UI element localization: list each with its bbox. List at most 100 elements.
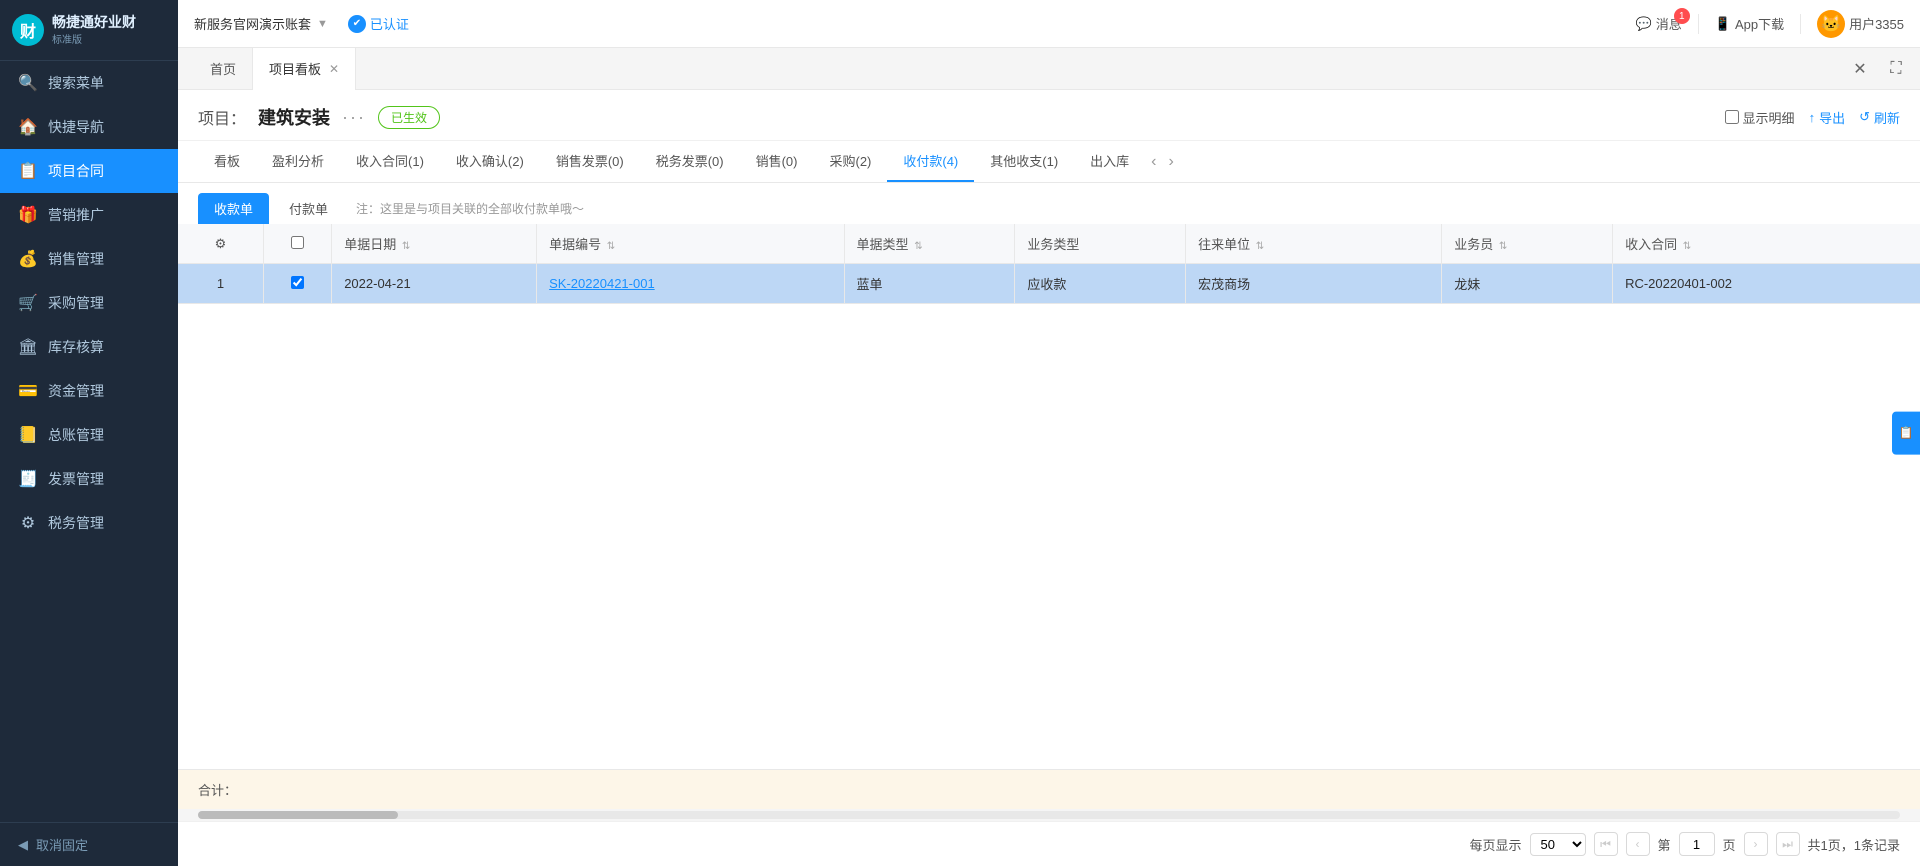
date-header-label: 单据日期 (344, 237, 396, 252)
sub-tab-profit[interactable]: 盈利分析 (256, 141, 340, 182)
table-check-header[interactable] (263, 224, 331, 264)
table-header-staff[interactable]: 业务员 ⇅ (1442, 224, 1613, 264)
row-check[interactable] (263, 264, 331, 304)
row-biz: 应收款 (1015, 264, 1186, 304)
sidebar-item-inventory[interactable]: 🏛 库存核算 (0, 325, 178, 369)
sidebar-item-contract[interactable]: 📋 项目合同 (0, 149, 178, 193)
account-selector[interactable]: 新服务官网演示账套 ▼ (194, 14, 328, 33)
sub-tab-payment[interactable]: 收付款(4) (887, 141, 974, 182)
app-download-label: App下载 (1735, 14, 1784, 33)
last-page-button[interactable]: ⏭ (1776, 832, 1800, 856)
warehouse-icon: 🏛 (18, 337, 38, 357)
ledger-icon: 📒 (18, 425, 38, 445)
sub-tab-sales-invoice[interactable]: 销售发票(0) (540, 141, 640, 182)
sidebar-item-marketing[interactable]: 🎁 营销推广 (0, 193, 178, 237)
sub-tab-tax-invoice[interactable]: 税务发票(0) (640, 141, 740, 182)
current-page-input[interactable] (1679, 832, 1715, 856)
export-icon: ↑ (1809, 110, 1816, 125)
finance-icon: 💳 (18, 381, 38, 401)
sub-tab-purchase[interactable]: 采购(2) (813, 141, 887, 182)
row-contract: RC-20220401-002 (1613, 264, 1920, 304)
close-window-button[interactable]: ✕ (1848, 57, 1872, 81)
sidebar-item-finance[interactable]: 💳 资金管理 (0, 369, 178, 413)
contract-header-label: 收入合同 (1625, 237, 1677, 252)
total-pages-info: 共1页，1条记录 (1808, 835, 1900, 854)
sidebar-item-tax[interactable]: ⚙ 税务管理 (0, 501, 178, 545)
topbar-right: 💬 消息 1 📱 App下载 🐱 用户3355 (1636, 10, 1904, 38)
sort-company-icon: ⇅ (1256, 241, 1264, 252)
table-settings-header[interactable]: ⚙ (178, 224, 263, 264)
project-header: 项目： 建筑安装 ··· 已生效 显示明细 ↑ 导出 ↺ 刷新 (178, 90, 1920, 141)
sidebar-item-sales[interactable]: 💰 销售管理 (0, 237, 178, 281)
export-button[interactable]: ↑ 导出 (1809, 108, 1846, 127)
show-detail-checkbox[interactable]: 显示明细 (1725, 108, 1795, 127)
page-unit: 页 (1723, 835, 1736, 854)
maximize-window-button[interactable]: ⛶ (1884, 57, 1908, 81)
topbar: 新服务官网演示账套 ▼ ✔ 已认证 💬 消息 1 📱 App下载 🐱 用户335… (178, 0, 1920, 48)
phone-icon: 📱 (1715, 16, 1731, 32)
prev-page-button[interactable]: ‹ (1626, 832, 1650, 856)
float-action-button[interactable]: 📋 (1892, 412, 1920, 455)
select-all-checkbox[interactable] (291, 236, 304, 249)
sidebar-item-purchase[interactable]: 🛒 采购管理 (0, 281, 178, 325)
row-code-link[interactable]: SK-20220421-001 (549, 276, 655, 291)
account-name: 新服务官网演示账套 (194, 14, 311, 33)
sub-tab-kanban[interactable]: 看板 (198, 141, 256, 182)
sort-staff-icon: ⇅ (1499, 241, 1507, 252)
sub-tab-inout[interactable]: 出入库 (1074, 141, 1145, 182)
tab-home[interactable]: 首页 (194, 48, 253, 90)
tab-close-icon[interactable]: ✕ (329, 62, 339, 76)
unpin-button[interactable]: ◀ 取消固定 (0, 822, 178, 866)
row-type: 蓝单 (844, 264, 1015, 304)
sub-tab-next-arrow[interactable]: › (1163, 145, 1180, 179)
tab-kanban[interactable]: 项目看板 ✕ (253, 48, 356, 90)
user-button[interactable]: 🐱 用户3355 (1817, 10, 1904, 38)
sidebar-item-shortcut[interactable]: 🏠 快捷导航 (0, 105, 178, 149)
message-button[interactable]: 💬 消息 1 (1636, 14, 1682, 33)
sub-tab-sales[interactable]: 销售(0) (740, 141, 814, 182)
sidebar-item-invoice[interactable]: 🧾 发票管理 (0, 457, 178, 501)
table-header-type[interactable]: 单据类型 ⇅ (844, 224, 1015, 264)
user-label: 用户3355 (1849, 14, 1904, 33)
total-label: 合计： (198, 783, 237, 798)
sidebar-item-search[interactable]: 🔍 搜索菜单 (0, 61, 178, 105)
inner-tab-receipt-label: 收款单 (214, 202, 253, 217)
sidebar-item-ledger[interactable]: 📒 总账管理 (0, 413, 178, 457)
project-more-button[interactable]: ··· (342, 107, 366, 128)
table-header-code[interactable]: 单据编号 ⇅ (537, 224, 844, 264)
sub-tab-prev-arrow[interactable]: ‹ (1145, 145, 1162, 179)
sub-tab-other[interactable]: 其他收支(1) (974, 141, 1074, 182)
table-header-date[interactable]: 单据日期 ⇅ (332, 224, 537, 264)
scrollbar-thumb[interactable] (198, 811, 398, 819)
refresh-button[interactable]: ↺ 刷新 (1859, 108, 1900, 127)
refresh-label: 刷新 (1874, 108, 1900, 127)
row-code[interactable]: SK-20220421-001 (537, 264, 844, 304)
sidebar-logo: 财 畅捷通好业财 标准版 (0, 0, 178, 61)
gear-icon[interactable]: ⚙ (215, 236, 227, 251)
show-detail-label: 显示明细 (1743, 108, 1795, 127)
per-page-select[interactable]: 50 100 200 (1530, 833, 1586, 856)
account-dropdown-icon: ▼ (317, 18, 328, 30)
sidebar-item-label: 发票管理 (48, 469, 104, 489)
row-company: 宏茂商场 (1186, 264, 1442, 304)
table-row[interactable]: 1 2022-04-21 SK-20220421-001 蓝单 应收款 宏茂商场… (178, 264, 1920, 304)
show-detail-input[interactable] (1725, 110, 1739, 124)
data-table: ⚙ 单据日期 ⇅ 单据编号 ⇅ (178, 224, 1920, 304)
row-checkbox[interactable] (291, 276, 304, 289)
tab-bar: 首页 项目看板 ✕ ✕ ⛶ (178, 48, 1920, 90)
company-header-label: 往来单位 (1198, 237, 1250, 252)
tax-icon: ⚙ (18, 513, 38, 533)
app-download-button[interactable]: 📱 App下载 (1715, 14, 1784, 33)
table-header-company[interactable]: 往来单位 ⇅ (1186, 224, 1442, 264)
scrollbar-track[interactable] (198, 811, 1900, 819)
sub-tab-income-contract[interactable]: 收入合同(1) (340, 141, 440, 182)
table-header-biz: 业务类型 (1015, 224, 1186, 264)
table-header-contract[interactable]: 收入合同 ⇅ (1613, 224, 1920, 264)
next-page-button[interactable]: › (1744, 832, 1768, 856)
sub-tab-income-confirm[interactable]: 收入确认(2) (440, 141, 540, 182)
sort-code-icon: ⇅ (607, 241, 615, 252)
inner-tab-payment[interactable]: 付款单 (273, 193, 344, 224)
divider (1698, 14, 1699, 34)
first-page-button[interactable]: ⏮ (1594, 832, 1618, 856)
inner-tab-receipt[interactable]: 收款单 (198, 193, 269, 224)
